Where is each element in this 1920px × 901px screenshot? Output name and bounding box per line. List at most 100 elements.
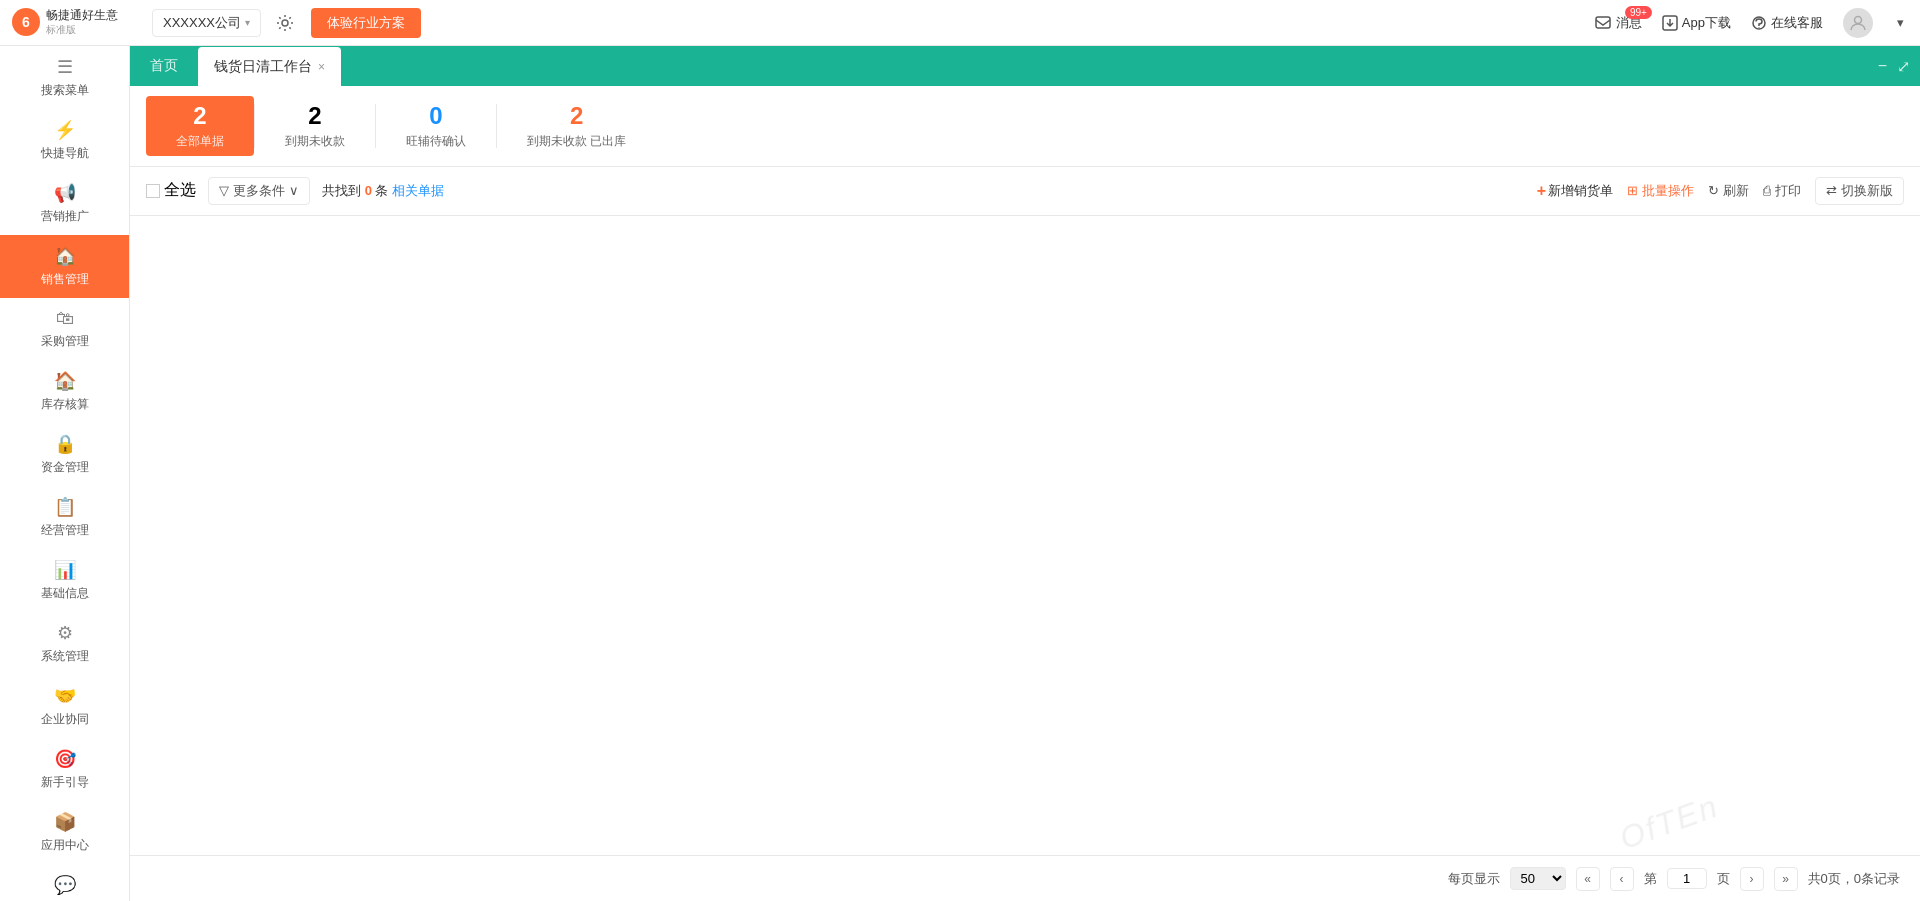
tab-bar: 首页 钱货日清工作台 × − ⤢ [130,46,1920,86]
add-order-button[interactable]: + 新增销货单 [1537,182,1613,200]
plus-icon: + [1537,182,1546,200]
sidebar-label-sales: 销售管理 [41,271,89,288]
system-icon: ⚙ [57,622,73,644]
brand-info: 畅捷通好生意 标准版 [46,8,118,36]
switch-icon: ⇄ [1826,183,1837,198]
tab-active[interactable]: 钱货日清工作台 × [198,47,341,87]
tab-close-icon[interactable]: × [318,60,325,74]
sidebar-label-marketing: 营销推广 [41,208,89,225]
batch-ops-button[interactable]: ⊞ 批量操作 [1627,182,1694,200]
last-page-button[interactable]: » [1774,867,1798,891]
stat-card-2[interactable]: 0 旺辅待确认 [376,96,496,156]
header-right: 消息 99+ App下载 在线客服 ▾ [1594,8,1908,38]
message-item[interactable]: 消息 99+ [1594,14,1642,32]
sidebar-item-quick-nav[interactable]: ⚡ 快捷导航 [0,109,129,172]
stat-number-2: 0 [429,102,442,131]
chevron-down-icon: ∨ [289,183,299,198]
search-menu-icon: ☰ [57,56,73,78]
sidebar-label-app-center: 应用中心 [41,837,89,854]
total-records-label: 共0页，0条记录 [1808,870,1900,888]
sidebar-label-inventory: 库存核算 [41,396,89,413]
top-header: 6 畅捷通好生意 标准版 XXXXXX公司 ▾ 体验行业方案 消息 99+ [0,0,1920,46]
logo-area: 6 畅捷通好生意 标准版 [12,8,142,36]
refresh-icon: ↻ [1708,183,1719,198]
app-badge: 标准版 [46,23,118,37]
trial-button[interactable]: 体验行业方案 [311,8,421,38]
stat-card-3[interactable]: 2 到期未收款 已出库 [497,96,656,156]
next-page-button[interactable]: › [1740,867,1764,891]
sidebar-item-purchase[interactable]: 🛍 采购管理 [0,298,129,360]
refresh-button[interactable]: ↻ 刷新 [1708,182,1749,200]
stat-label-1: 到期未收款 [285,133,345,150]
switch-label: 切换新版 [1841,182,1893,200]
brand-name: 畅捷通好生意 [46,8,118,22]
print-button[interactable]: ⎙ 打印 [1763,182,1801,200]
basic-info-icon: 📊 [54,559,76,581]
switch-version-button[interactable]: ⇄ 切换新版 [1815,177,1904,205]
found-count: 0 [365,183,372,198]
select-all-label: 全选 [164,180,196,201]
found-link[interactable]: 相关单据 [392,183,444,198]
toolbar-right: + 新增销货单 ⊞ 批量操作 ↻ 刷新 ⎙ 打印 [1537,177,1904,205]
minimize-icon[interactable]: − [1878,57,1887,75]
online-service-item[interactable]: 在线客服 [1751,14,1823,32]
svg-point-5 [1855,16,1862,23]
svg-point-4 [1759,27,1760,28]
sidebar-item-sales[interactable]: 🏠 销售管理 [0,235,129,298]
select-all-area[interactable]: 全选 [146,180,196,201]
app-center-icon: 📦 [54,811,76,833]
sidebar-item-system[interactable]: ⚙ 系统管理 [0,612,129,675]
sidebar-label-operations: 经营管理 [41,522,89,539]
app-download-item[interactable]: App下载 [1662,14,1731,32]
sidebar-item-enterprise[interactable]: 🤝 企业协同 [0,675,129,738]
app-download-label: App下载 [1682,14,1731,32]
sidebar-label-quick-nav: 快捷导航 [41,145,89,162]
avatar[interactable] [1843,8,1873,38]
stat-number-0: 2 [193,102,206,131]
stat-label-2: 旺辅待确认 [406,133,466,150]
stat-card-0[interactable]: 2 全部单据 [146,96,254,156]
sales-icon: 🏠 [54,245,76,267]
message-badge: 99+ [1625,6,1652,19]
print-label: 打印 [1775,182,1801,200]
tab-active-label: 钱货日清工作台 [214,58,312,76]
sidebar-item-wechat[interactable]: 💬 企业微信 [0,864,129,901]
sidebar: ☰ 搜索菜单 ⚡ 快捷导航 📢 营销推广 🏠 销售管理 🛍 采购管理 🏠 库存核… [0,46,130,901]
marketing-icon: 📢 [54,182,76,204]
sidebar-item-guide[interactable]: 🎯 新手引导 [0,738,129,801]
svg-point-0 [282,20,288,26]
app-logo-icon: 6 [12,8,40,36]
sidebar-item-inventory[interactable]: 🏠 库存核算 [0,360,129,423]
svg-rect-1 [1596,17,1610,28]
sidebar-item-app-center[interactable]: 📦 应用中心 [0,801,129,864]
found-text: 共找到 0 条 相关单据 [322,182,444,200]
tab-bar-right: − ⤢ [1878,57,1920,76]
finance-icon: 🔒 [54,433,76,455]
page-label-prefix: 第 [1644,870,1657,888]
sidebar-label-system: 系统管理 [41,648,89,665]
batch-icon: ⊞ [1627,183,1638,198]
company-selector[interactable]: XXXXXX公司 ▾ [152,9,261,37]
sidebar-item-search-menu[interactable]: ☰ 搜索菜单 [0,46,129,109]
filter-button[interactable]: ▽ 更多条件 ∨ [208,177,310,205]
user-name-area[interactable]: ▾ [1893,8,1908,38]
settings-icon-btn[interactable] [269,7,301,39]
select-all-checkbox[interactable] [146,184,160,198]
pagination-bar: 每页显示 50 100 200 « ‹ 第 页 › » 共0页，0条记录 [130,855,1920,901]
sidebar-item-operations[interactable]: 📋 经营管理 [0,486,129,549]
stat-label-3: 到期未收款 已出库 [527,133,626,150]
page-number-input[interactable] [1667,868,1707,889]
stat-card-1[interactable]: 2 到期未收款 [255,96,375,156]
sidebar-item-basic-info[interactable]: 📊 基础信息 [0,549,129,612]
main-layout: ☰ 搜索菜单 ⚡ 快捷导航 📢 营销推广 🏠 销售管理 🛍 采购管理 🏠 库存核… [0,46,1920,901]
guide-icon: 🎯 [54,748,76,770]
per-page-select[interactable]: 50 100 200 [1510,867,1566,890]
tab-home[interactable]: 首页 [130,46,198,86]
sidebar-item-finance[interactable]: 🔒 资金管理 [0,423,129,486]
prev-page-button[interactable]: ‹ [1610,867,1634,891]
sidebar-label-guide: 新手引导 [41,774,89,791]
sidebar-item-marketing[interactable]: 📢 营销推广 [0,172,129,235]
stat-number-3: 2 [570,102,583,131]
maximize-icon[interactable]: ⤢ [1897,57,1910,76]
first-page-button[interactable]: « [1576,867,1600,891]
